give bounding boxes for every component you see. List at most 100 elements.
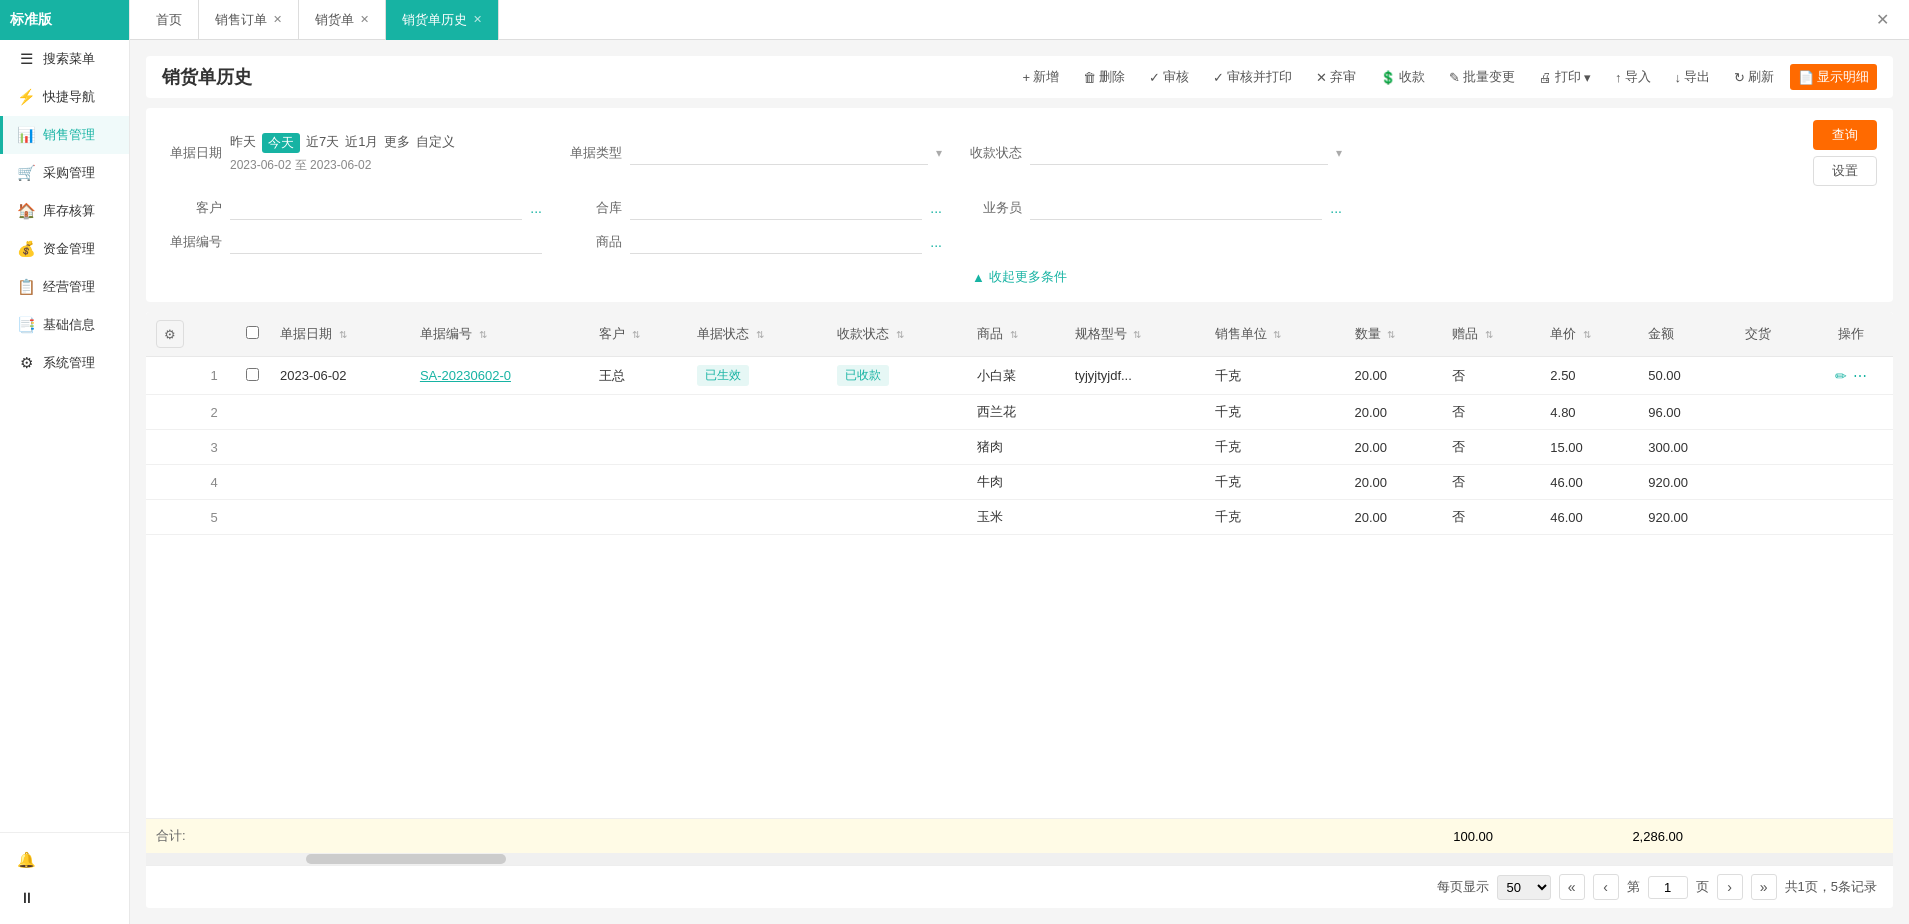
col-customer[interactable]: 客户 ⇅: [589, 312, 687, 357]
goods-picker-icon[interactable]: ...: [930, 234, 942, 250]
audit-print-button[interactable]: ✓ 审核并打印: [1205, 64, 1300, 90]
payment-status-select[interactable]: [1030, 141, 1328, 165]
date-shortcut-1month[interactable]: 近1月: [345, 133, 378, 153]
sidebar-item-search-menu[interactable]: ☰ 搜索菜单: [0, 40, 129, 78]
sidebar-pause-btn[interactable]: ⏸: [0, 879, 129, 916]
date-shortcut-more[interactable]: 更多: [384, 133, 410, 153]
col-gift[interactable]: 赠品 ⇅: [1442, 312, 1540, 357]
sidebar-item-label: 经营管理: [43, 278, 95, 296]
more-btn[interactable]: ⋯: [1853, 368, 1867, 384]
tab-sales-delivery[interactable]: 销货单 ✕: [299, 0, 386, 40]
add-button[interactable]: + 新增: [1014, 64, 1067, 90]
print-button[interactable]: 🖨 打印 ▾: [1531, 64, 1599, 90]
collect-button[interactable]: 💲 收款: [1372, 64, 1433, 90]
import-button[interactable]: ↑ 导入: [1607, 64, 1659, 90]
sidebar-item-quick-nav[interactable]: ⚡ 快捷导航: [0, 78, 129, 116]
top-nav: 首页 销售订单 ✕ 销货单 ✕ 销货单历史 ✕ ✕: [130, 0, 1909, 40]
row-amount-4: 920.00: [1638, 500, 1735, 535]
close-all-tabs-btn[interactable]: ✕: [1866, 10, 1899, 29]
row-gift-4: 否: [1442, 500, 1540, 535]
doc-no-input[interactable]: [230, 230, 542, 254]
doc-type-select[interactable]: [630, 141, 928, 165]
tab-sales-order[interactable]: 销售订单 ✕: [199, 0, 299, 40]
tab-sales-history-close[interactable]: ✕: [473, 13, 482, 26]
batch-change-button[interactable]: ✎ 批量变更: [1441, 64, 1523, 90]
col-date[interactable]: 单据日期 ⇅: [270, 312, 410, 357]
col-amount: 金额: [1638, 312, 1735, 357]
row-amount-3: 920.00: [1638, 465, 1735, 500]
date-shortcuts: 昨天 今天 近7天 近1月 更多 自定义: [230, 133, 455, 153]
tab-sales-history[interactable]: 销货单历史 ✕: [386, 0, 499, 40]
sys-mgmt-icon: ⚙: [17, 354, 35, 372]
sales-mgmt-icon: 📊: [17, 126, 35, 144]
row-docno-3: [410, 465, 589, 500]
goods-input[interactable]: [630, 230, 922, 254]
next-page-btn[interactable]: ›: [1717, 874, 1743, 900]
col-goods[interactable]: 商品 ⇅: [967, 312, 1065, 357]
warehouse-input[interactable]: [630, 196, 922, 220]
select-all-checkbox[interactable]: [246, 326, 259, 339]
refresh-button[interactable]: ↻ 刷新: [1726, 64, 1782, 90]
abandon-button[interactable]: ✕ 弃审: [1308, 64, 1364, 90]
edit-btn[interactable]: ✏: [1835, 368, 1847, 384]
sidebar-item-sys-mgmt[interactable]: ⚙ 系统管理: [0, 344, 129, 382]
sidebar-item-ops[interactable]: 📋 经营管理: [0, 268, 129, 306]
sidebar-item-sales-mgmt[interactable]: 📊 销售管理: [0, 116, 129, 154]
sidebar-item-finance[interactable]: 💰 资金管理: [0, 230, 129, 268]
row-paymentstatus-2: [827, 430, 967, 465]
col-unit[interactable]: 销售单位 ⇅: [1205, 312, 1345, 357]
tab-sales-delivery-close[interactable]: ✕: [360, 13, 369, 26]
show-detail-button[interactable]: 📄 显示明细: [1790, 64, 1877, 90]
set-button[interactable]: 设置: [1813, 156, 1877, 186]
page-header: 销货单历史 + 新增 🗑 删除 ✓ 审核 ✓ 审核并打印: [146, 56, 1893, 98]
date-shortcut-custom[interactable]: 自定义: [416, 133, 455, 153]
scrollbar-thumb[interactable]: [306, 854, 506, 864]
col-price[interactable]: 单价 ⇅: [1540, 312, 1638, 357]
salesperson-picker-icon[interactable]: ...: [1330, 200, 1342, 216]
page-number-input[interactable]: [1648, 876, 1688, 899]
horizontal-scrollbar[interactable]: [146, 853, 1893, 865]
doc-no-link[interactable]: SA-20230602-0: [420, 368, 511, 383]
warehouse-picker-icon[interactable]: ...: [930, 200, 942, 216]
customer-picker-icon[interactable]: ...: [530, 200, 542, 216]
last-page-btn[interactable]: »: [1751, 874, 1777, 900]
col-qty[interactable]: 数量 ⇅: [1345, 312, 1443, 357]
row-transaction-2: [1735, 430, 1809, 465]
audit-button[interactable]: ✓ 审核: [1141, 64, 1197, 90]
date-shortcut-7days[interactable]: 近7天: [306, 133, 339, 153]
date-shortcut-today[interactable]: 今天: [262, 133, 300, 153]
sidebar-item-label: 基础信息: [43, 316, 95, 334]
sidebar-item-label: 系统管理: [43, 354, 95, 372]
export-button[interactable]: ↓ 导出: [1667, 64, 1719, 90]
query-button[interactable]: 查询: [1813, 120, 1877, 150]
row-amount-2: 300.00: [1638, 430, 1735, 465]
toolbar: + 新增 🗑 删除 ✓ 审核 ✓ 审核并打印 ✕ 弃审: [1014, 64, 1877, 90]
table-settings-btn[interactable]: ⚙: [156, 320, 184, 348]
col-payment-status[interactable]: 收款状态 ⇅: [827, 312, 967, 357]
sidebar-item-label: 销售管理: [43, 126, 95, 144]
customer-input[interactable]: [230, 196, 522, 220]
col-doc-no[interactable]: 单据编号 ⇅: [410, 312, 589, 357]
row-customer-4: [589, 500, 687, 535]
row-select-checkbox[interactable]: [246, 368, 259, 381]
sidebar-item-inventory[interactable]: 🏠 库存核算: [0, 192, 129, 230]
col-spec[interactable]: 规格型号 ⇅: [1065, 312, 1205, 357]
sidebar-item-purchase-mgmt[interactable]: 🛒 采购管理: [0, 154, 129, 192]
sort-gift-icon: ⇅: [1485, 329, 1493, 340]
delete-button[interactable]: 🗑 删除: [1075, 64, 1133, 90]
salesperson-input[interactable]: [1030, 196, 1322, 220]
tab-home[interactable]: 首页: [140, 0, 199, 40]
prev-page-btn[interactable]: ‹: [1593, 874, 1619, 900]
sort-qty-icon: ⇅: [1387, 329, 1395, 340]
tab-sales-order-close[interactable]: ✕: [273, 13, 282, 26]
sidebar-notify-btn[interactable]: 🔔: [0, 841, 129, 879]
per-page-select[interactable]: 50 100: [1497, 875, 1551, 900]
row-settings-2: [146, 430, 194, 465]
date-shortcut-yesterday[interactable]: 昨天: [230, 133, 256, 153]
collapse-filter-btn[interactable]: ▲ 收起更多条件: [162, 264, 1877, 290]
sidebar-item-basic-info[interactable]: 📑 基础信息: [0, 306, 129, 344]
sort-price-icon: ⇅: [1583, 329, 1591, 340]
col-doc-status[interactable]: 单据状态 ⇅: [687, 312, 827, 357]
row-docno-0[interactable]: SA-20230602-0: [410, 357, 589, 395]
first-page-btn[interactable]: «: [1559, 874, 1585, 900]
